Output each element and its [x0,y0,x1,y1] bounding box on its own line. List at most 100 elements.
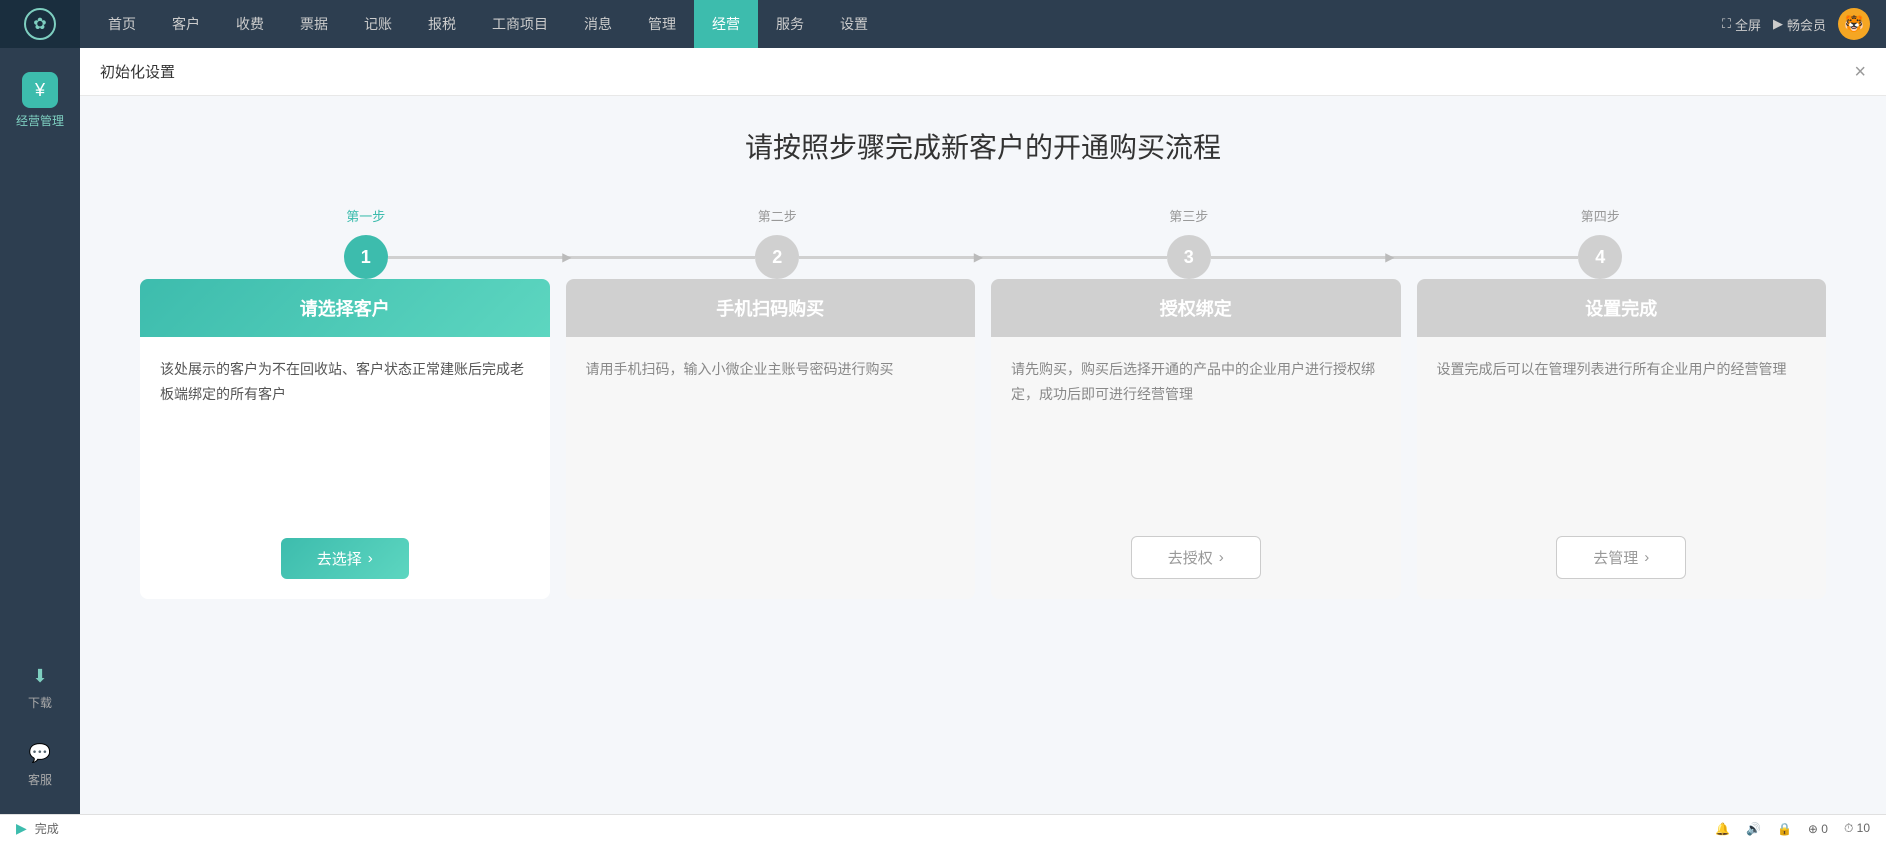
step-3-label: 第三步 [1169,206,1208,225]
nav-message[interactable]: 消息 [566,0,630,48]
support-label: 客服 [28,771,52,788]
nav-items: 首页 客户 收费 票据 记账 报税 工商项目 消息 管理 经营 服务 设置 [80,0,1722,48]
step-3-card-body: 请先购买，购买后选择开通的产品中的企业用户进行授权绑定，成功后即可进行经营管理 [991,337,1401,520]
step-3-indicator: 第三步 3 ▶ [983,206,1395,279]
step-1-btn-label: 去选择 [317,548,362,569]
step-1-card-body: 该处展示的客户为不在回收站、客户状态正常建账后完成老板端绑定的所有客户 [140,337,550,522]
steps-indicator: 第一步 1 ▶ 第二步 2 [140,206,1826,279]
step-1-action-button[interactable]: 去选择 › [281,538,409,579]
step-1-label: 第一步 [346,206,385,225]
step-2-label: 第二步 [758,206,797,225]
top-nav: ✿ 首页 客户 收费 票据 记账 报税 工商项目 消息 管理 经营 服务 设置 … [0,0,1886,48]
fullscreen-icon: ⛶ [1722,16,1731,32]
sidebar-item-label: 经营管理 [16,112,64,129]
sidebar-bottom: ⬇ 下载 💬 客服 [0,652,80,814]
step-3-card-footer: 去授权 › [991,520,1401,599]
close-button[interactable]: × [1854,62,1866,82]
member-label: 畅会员 [1787,15,1826,34]
play-icon: ▶ [1773,16,1783,32]
operation-icon: ¥ [22,72,58,108]
process-heading: 请按照步骤完成新客户的开通购买流程 [140,126,1826,166]
nav-settings[interactable]: 设置 [822,0,886,48]
step-1-btn-arrow: › [368,550,373,567]
sidebar-download[interactable]: ⬇ 下载 [0,652,80,721]
nav-fee[interactable]: 收费 [218,0,282,48]
step-4-card-footer: 去管理 › [1417,520,1827,599]
step-3-card-header: 授权绑定 [991,279,1401,337]
sidebar: ¥ 经营管理 ⬇ 下载 💬 客服 [0,48,80,814]
step-2-card-header: 手机扫码购买 [566,279,976,337]
step-4-card: 设置完成 设置完成后可以在管理列表进行所有企业用户的经营管理 去管理 › [1417,279,1827,599]
step-2-circle: 2 [755,235,799,279]
main-content: 初始化设置 × 请按照步骤完成新客户的开通购买流程 第一步 1 ▶ [80,48,1886,814]
step-4-card-body: 设置完成后可以在管理列表进行所有企业用户的经营管理 [1417,337,1827,520]
download-label: 下载 [28,694,52,711]
step-3-card-title: 授权绑定 [1160,299,1232,319]
nav-customer[interactable]: 客户 [154,0,218,48]
step-3-card: 授权绑定 请先购买，购买后选择开通的产品中的企业用户进行授权绑定，成功后即可进行… [991,279,1401,599]
step-4-indicator: 第四步 4 [1395,206,1807,279]
volume-icon[interactable]: 🔊 [1746,822,1761,836]
step-3-btn-label: 去授权 [1168,547,1213,568]
nav-logo: ✿ [0,0,80,48]
statusbar: ▶ 完成 🔔 🔊 🔒 ⊕ 0 ⏱ 10 [0,814,1886,842]
bell-icon[interactable]: 🔔 [1715,822,1730,836]
step-4-card-title: 设置完成 [1585,299,1657,319]
step-3-circle: 3 [1167,235,1211,279]
member-btn[interactable]: ▶ 畅会员 [1773,15,1826,34]
nav-right: ⛶ 全屏 ▶ 畅会员 🐯 [1722,8,1886,40]
step-1-card: 请选择客户 该处展示的客户为不在回收站、客户状态正常建账后完成老板端绑定的所有客… [140,279,550,599]
step-2-card-footer [566,563,976,599]
step-1-circle: 1 [344,235,388,279]
cards-row: 请选择客户 该处展示的客户为不在回收站、客户状态正常建账后完成老板端绑定的所有客… [140,279,1826,599]
nav-business[interactable]: 工商项目 [474,0,566,48]
nav-manage[interactable]: 管理 [630,0,694,48]
logo-icon: ✿ [24,8,56,40]
statusbar-right: 🔔 🔊 🔒 ⊕ 0 ⏱ 10 [1715,821,1870,836]
nav-tax[interactable]: 报税 [410,0,474,48]
step-4-btn-arrow: › [1644,549,1649,566]
step-3-btn-arrow: › [1219,549,1224,566]
step-4-card-header: 设置完成 [1417,279,1827,337]
step-3-action-button[interactable]: 去授权 › [1131,536,1261,579]
step-4-number: 4 [1595,247,1605,268]
fullscreen-btn[interactable]: ⛶ 全屏 [1722,15,1761,34]
step-4-label: 第四步 [1581,206,1620,225]
nav-account[interactable]: 记账 [346,0,410,48]
step-4-circle: 4 [1578,235,1622,279]
step-3-card-text: 请先购买，购买后选择开通的产品中的企业用户进行授权绑定，成功后即可进行经营管理 [1011,361,1375,402]
nav-service[interactable]: 服务 [758,0,822,48]
step-1-number: 1 [361,247,371,268]
step-4-action-button[interactable]: 去管理 › [1556,536,1686,579]
step-2-card-text: 请用手机扫码，输入小微企业主账号密码进行购买 [586,361,894,377]
download-icon: ⬇ [26,662,54,690]
lock-icon[interactable]: 🔒 [1777,822,1792,836]
step-2-card-title: 手机扫码购买 [716,299,824,319]
play-icon: ▶ [16,820,27,837]
support-icon: 💬 [26,739,54,767]
step-1-indicator: 第一步 1 ▶ [160,206,572,279]
step-1-card-footer: 去选择 › [140,522,550,599]
status-text: 完成 [35,820,59,837]
step-2-card: 手机扫码购买 请用手机扫码，输入小微企业主账号密码进行购买 [566,279,976,599]
step-1-card-text: 该处展示的客户为不在回收站、客户状态正常建账后完成老板端绑定的所有客户 [160,361,524,402]
step-1-card-title: 请选择客户 [300,299,390,319]
sidebar-item-operation[interactable]: ¥ 经营管理 [0,58,80,143]
step-2-number: 2 [772,247,782,268]
fullscreen-label: 全屏 [1735,15,1761,34]
step-3-number: 3 [1184,247,1194,268]
step-1-card-header: 请选择客户 [140,279,550,337]
process-area: 请按照步骤完成新客户的开通购买流程 第一步 1 ▶ 第二 [80,96,1886,619]
avatar[interactable]: 🐯 [1838,8,1870,40]
timer-display: ⏱ 10 [1844,821,1870,836]
nav-bill[interactable]: 票据 [282,0,346,48]
counter-display: ⊕ 0 [1808,822,1828,836]
page-title: 初始化设置 [100,61,175,82]
step-2-card-body: 请用手机扫码，输入小微企业主账号密码进行购买 [566,337,976,563]
step-2-indicator: 第二步 2 ▶ [572,206,984,279]
step-4-btn-label: 去管理 [1593,547,1638,568]
nav-operation[interactable]: 经营 [694,0,758,48]
sidebar-support[interactable]: 💬 客服 [0,729,80,798]
nav-home[interactable]: 首页 [90,0,154,48]
statusbar-left: ▶ 完成 [16,820,59,837]
